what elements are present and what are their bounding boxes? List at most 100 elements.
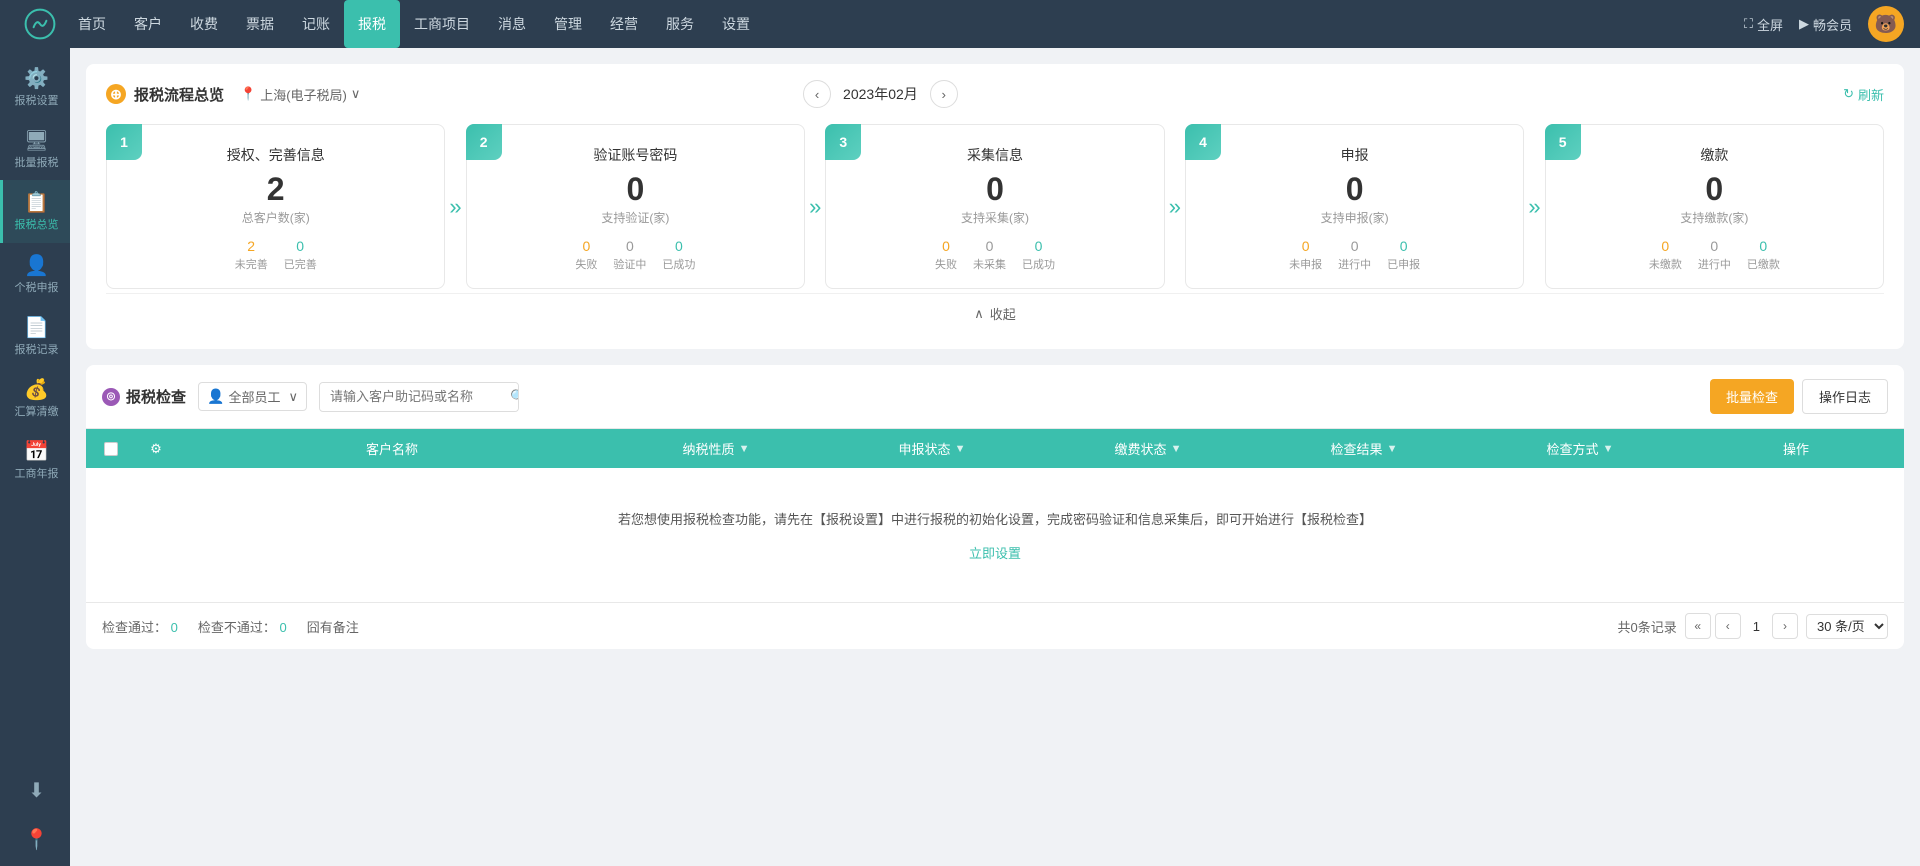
filter-icon-2: ▼ [955, 443, 966, 455]
header-checkbox[interactable] [104, 442, 118, 456]
check-fail-stat: 检查不通过： 0 [198, 617, 287, 636]
prev-page-btn[interactable]: ‹ [1715, 613, 1741, 639]
sidebar-bottom: ⬇ 📍 [17, 768, 53, 866]
vip-icon: ▶ [1799, 16, 1809, 32]
overview-header: ⊕ 报税流程总览 📍 上海(电子税局) ∨ ‹ 2023年02月 › ↻ 刷新 [106, 80, 1884, 108]
empty-hint: 若您想使用报税检查功能，请先在【报税设置】中进行报税的初始化设置，完成密码验证和… [618, 508, 1372, 531]
chevron-down-icon: ∨ [351, 86, 361, 102]
th-operation: 操作 [1688, 439, 1904, 458]
first-page-btn[interactable]: « [1685, 613, 1711, 639]
th-check-method[interactable]: 检查方式 ▼ [1472, 439, 1688, 458]
step-4-stats: 0 未申报 0 进行中 0 已申报 [1202, 238, 1507, 272]
sidebar-item-tax-record[interactable]: 📄 报税记录 [0, 305, 70, 367]
sidebar-item-download[interactable]: ⬇ [17, 768, 53, 817]
nav-bookkeeping[interactable]: 记账 [288, 0, 344, 48]
stat-paid[interactable]: 0 已缴款 [1747, 238, 1780, 272]
overview-title: ⊕ 报税流程总览 [106, 84, 224, 105]
user-avatar[interactable]: 🐻 [1868, 6, 1904, 42]
th-fee-status[interactable]: 缴费状态 ▼ [1040, 439, 1256, 458]
tax-check-header: ◎ 报税检查 👤 全部员工 ∨ 🔍 批量检查 操作日志 [86, 365, 1904, 428]
nav-tax[interactable]: 报税 [344, 0, 400, 48]
batch-check-button[interactable]: 批量检查 [1710, 379, 1794, 414]
overview-card: ⊕ 报税流程总览 📍 上海(电子税局) ∨ ‹ 2023年02月 › ↻ 刷新 [86, 64, 1904, 349]
prev-date-btn[interactable]: ‹ [803, 80, 831, 108]
tax-check-card: ◎ 报税检查 👤 全部员工 ∨ 🔍 批量检查 操作日志 [86, 365, 1904, 649]
personal-tax-icon: 👤 [24, 253, 49, 278]
stat-incomplete[interactable]: 2 未完善 [235, 238, 268, 272]
stat-fail[interactable]: 0 失败 [575, 238, 597, 272]
annual-report-icon: 📅 [24, 439, 49, 464]
sidebar-item-annual-report[interactable]: 📅 工商年报 [0, 429, 70, 491]
stat-uncollected[interactable]: 0 未采集 [973, 238, 1006, 272]
vip-btn[interactable]: ▶ 畅会员 [1799, 15, 1852, 34]
sidebar-item-location[interactable]: 📍 [17, 817, 53, 866]
th-check-result[interactable]: 检查结果 ▼ [1256, 439, 1472, 458]
nav-items: 首页 客户 收费 票据 记账 报税 工商项目 消息 管理 经营 服务 设置 [64, 0, 1744, 48]
setup-link[interactable]: 立即设置 [969, 543, 1021, 562]
stat-complete[interactable]: 0 已完善 [284, 238, 317, 272]
arrow-1-2: » [445, 194, 465, 220]
per-page-select[interactable]: 30 条/页 [1806, 614, 1888, 639]
nav-customer[interactable]: 客户 [120, 0, 176, 48]
sidebar-item-personal-tax[interactable]: 👤 个税申报 [0, 243, 70, 305]
location-icon: 📍 [240, 86, 256, 102]
filter-icon-3: ▼ [1171, 443, 1182, 455]
stat-verified[interactable]: 0 已成功 [662, 238, 695, 272]
stat-collected[interactable]: 0 已成功 [1022, 238, 1055, 272]
step-5-stats: 0 未缴款 0 进行中 0 已缴款 [1562, 238, 1867, 272]
operation-log-button[interactable]: 操作日志 [1802, 379, 1888, 414]
refresh-btn[interactable]: ↻ 刷新 [1843, 85, 1884, 104]
stat-in-progress-4[interactable]: 0 进行中 [1338, 238, 1371, 272]
dropdown-icon: ∨ [288, 389, 298, 405]
th-tax-nature[interactable]: 纳税性质 ▼ [608, 439, 824, 458]
step-badge-5: 5 [1545, 124, 1581, 160]
employee-filter-icon: 👤 [207, 388, 224, 405]
search-input[interactable] [320, 383, 500, 410]
stat-reported[interactable]: 0 已申报 [1387, 238, 1420, 272]
filter-icon-4: ▼ [1387, 443, 1398, 455]
step-badge-3: 3 [825, 124, 861, 160]
stat-in-progress-5[interactable]: 0 进行中 [1698, 238, 1731, 272]
table-header: ⚙ 客户名称 纳税性质 ▼ 申报状态 ▼ 缴费状态 ▼ 检查 [86, 429, 1904, 468]
batch-tax-icon: 🖥 [24, 128, 49, 153]
footer-right: 共0条记录 « ‹ 1 › 30 条/页 [1618, 613, 1888, 639]
settlement-icon: 💰 [24, 377, 49, 402]
nav-message[interactable]: 消息 [484, 0, 540, 48]
stat-verifying[interactable]: 0 验证中 [613, 238, 646, 272]
sidebar-item-tax-settings[interactable]: ⚙️ 报税设置 [0, 56, 70, 118]
sidebar-item-tax-overview[interactable]: 📋 报税总览 [0, 180, 70, 242]
nav-home[interactable]: 首页 [64, 0, 120, 48]
stat-unreported[interactable]: 0 未申报 [1289, 238, 1322, 272]
filter-icon-5: ▼ [1603, 443, 1614, 455]
nav-operation[interactable]: 经营 [596, 0, 652, 48]
nav-manage[interactable]: 管理 [540, 0, 596, 48]
nav-business[interactable]: 工商项目 [400, 0, 484, 48]
arrow-2-3: » [805, 194, 825, 220]
overview-location[interactable]: 📍 上海(电子税局) ∨ [240, 85, 360, 104]
sidebar-item-batch-tax[interactable]: 🖥 批量报税 [0, 118, 70, 180]
nav-service[interactable]: 服务 [652, 0, 708, 48]
sidebar: ⚙️ 报税设置 🖥 批量报税 📋 报税总览 👤 个税申报 📄 报税记录 💰 汇算… [0, 48, 70, 866]
sidebar-item-settlement[interactable]: 💰 汇算清缴 [0, 367, 70, 429]
stat-unpaid[interactable]: 0 未缴款 [1649, 238, 1682, 272]
pagination: « ‹ 1 › [1685, 613, 1798, 639]
nav-invoice[interactable]: 票据 [232, 0, 288, 48]
check-pass-count[interactable]: 0 [171, 620, 178, 635]
nav-settings[interactable]: 设置 [708, 0, 764, 48]
th-report-status[interactable]: 申报状态 ▼ [824, 439, 1040, 458]
th-checkbox[interactable] [86, 442, 136, 456]
next-page-btn[interactable]: › [1772, 613, 1798, 639]
collapse-btn[interactable]: ∧ 收起 [106, 293, 1884, 333]
th-gear[interactable]: ⚙ [136, 441, 176, 457]
check-fail-count[interactable]: 0 [280, 620, 287, 635]
nav-fee[interactable]: 收费 [176, 0, 232, 48]
step-cards: 1 授权、完善信息 2 总客户数(家) 2 未完善 0 已完善 » [106, 124, 1884, 289]
next-date-btn[interactable]: › [930, 80, 958, 108]
stat-collect-fail[interactable]: 0 失败 [935, 238, 957, 272]
employee-filter[interactable]: 👤 全部员工 ∨ [198, 382, 307, 411]
table-body-empty: 若您想使用报税检查功能，请先在【报税设置】中进行报税的初始化设置，完成密码验证和… [86, 468, 1904, 602]
nav-right: ⛶ 全屏 ▶ 畅会员 🐻 [1744, 6, 1904, 42]
fullscreen-btn[interactable]: ⛶ 全屏 [1744, 15, 1783, 34]
search-button[interactable]: 🔍 [500, 383, 519, 411]
step-badge-2: 2 [466, 124, 502, 160]
